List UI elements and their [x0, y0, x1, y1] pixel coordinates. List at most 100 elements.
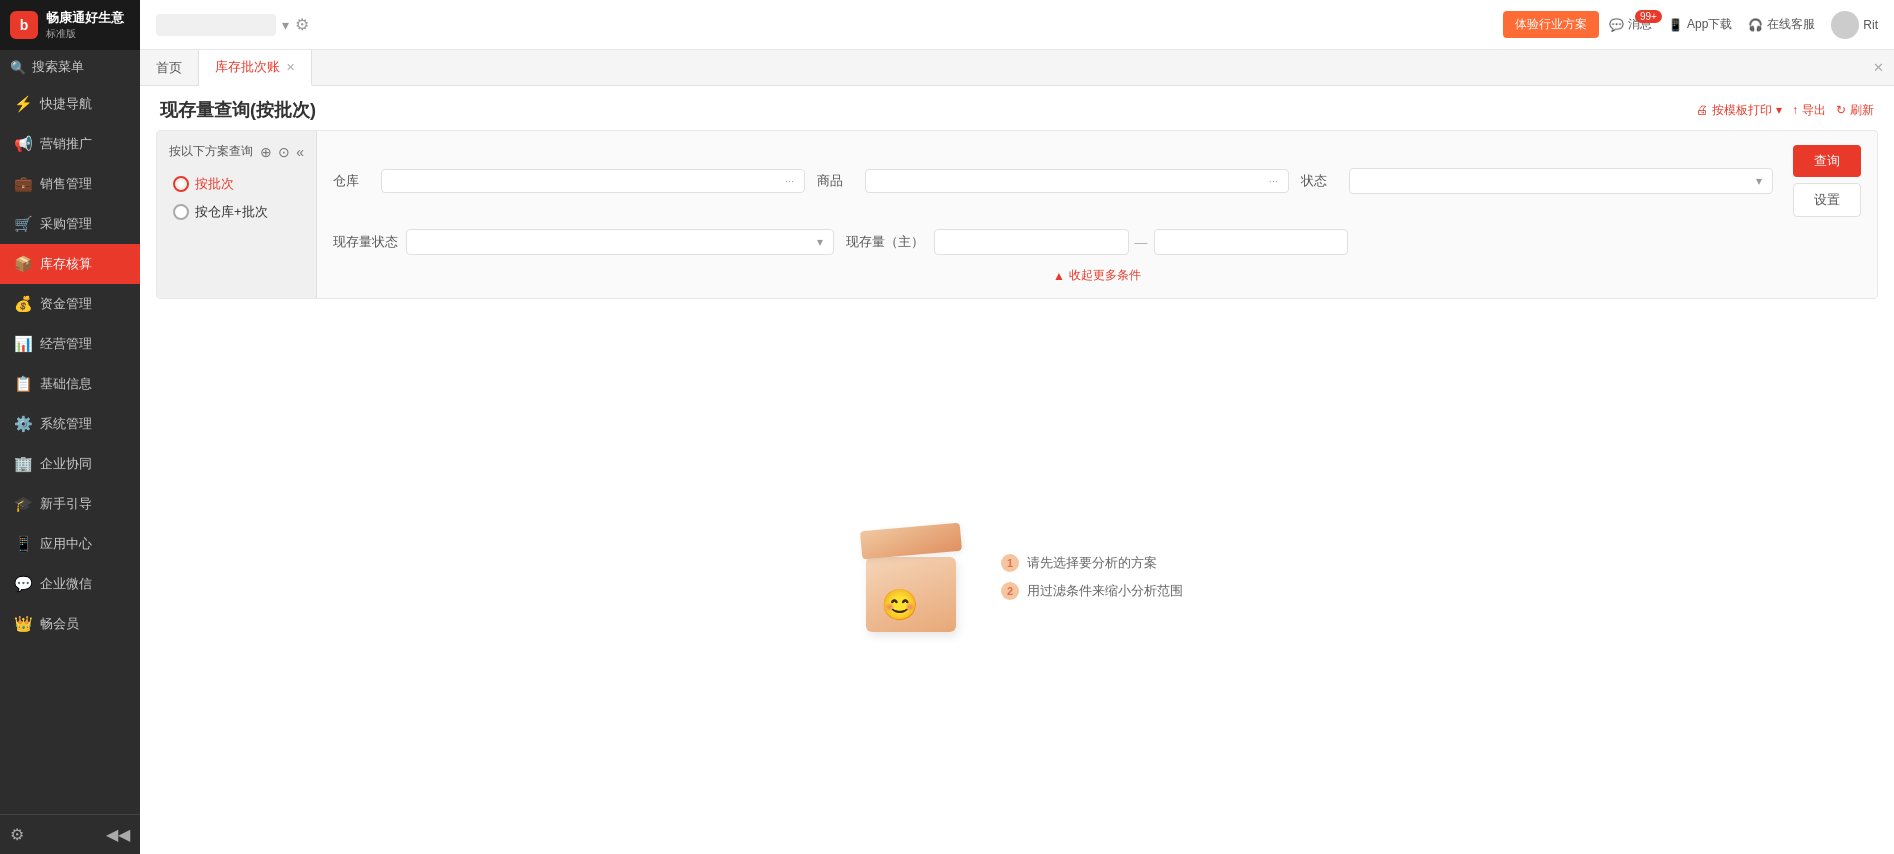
settings-footer-icon[interactable]: ⚙	[10, 825, 24, 844]
sidebar-item-enterprise[interactable]: 🏢 企业协同	[0, 444, 140, 484]
avatar	[1831, 11, 1859, 39]
sidebar-item-label: 系统管理	[40, 415, 92, 433]
sidebar-item-label: 基础信息	[40, 375, 92, 393]
headset-icon: 🎧	[1748, 18, 1763, 32]
print-button[interactable]: 🖨 按模板打印 ▾	[1696, 102, 1782, 119]
sidebar-item-purchase[interactable]: 🛒 采购管理	[0, 204, 140, 244]
collapse-filters-button[interactable]: ▲ 收起更多条件	[333, 267, 1861, 284]
refresh-button[interactable]: ↻ 刷新	[1836, 102, 1874, 119]
member-icon: 👑	[14, 615, 32, 633]
operation-icon: 📊	[14, 335, 32, 353]
scheme-settings-icon[interactable]: ⊙	[278, 144, 290, 160]
status-dropdown-icon: ▾	[1756, 174, 1762, 188]
box-lid	[860, 522, 962, 559]
inventory-status-select[interactable]: ▾	[406, 229, 834, 255]
sidebar-item-label: 快捷导航	[40, 95, 92, 113]
app-download-item[interactable]: 📱 App下载	[1668, 16, 1732, 33]
online-service-item[interactable]: 🎧 在线客服	[1748, 16, 1815, 33]
sidebar-search-label: 搜索菜单	[32, 58, 84, 76]
topbar-search-input[interactable]	[156, 14, 276, 36]
warehouse-more-icon[interactable]: ···	[785, 175, 794, 187]
export-button[interactable]: ↑ 导出	[1792, 102, 1826, 119]
page-title: 现存量查询(按批次)	[160, 98, 316, 122]
sidebar-header: b 畅康通好生意 标准版	[0, 0, 140, 50]
product-input[interactable]: ···	[865, 169, 1289, 193]
empty-hint-1: 1 请先选择要分析的方案	[1001, 554, 1183, 572]
inventory-qty-range: —	[934, 229, 1347, 255]
inventory-qty-field: 现存量（主） —	[846, 229, 1347, 255]
messages-item[interactable]: 💬 消息 99+	[1609, 16, 1652, 33]
sidebar-footer: ⚙ ◀◀	[0, 814, 140, 854]
sidebar-item-wechat[interactable]: 💬 企业微信	[0, 564, 140, 604]
collapse-left-icon[interactable]: «	[296, 144, 304, 160]
warehouse-input[interactable]: ···	[381, 169, 805, 193]
product-label: 商品	[817, 172, 857, 190]
query-button[interactable]: 查询	[1793, 145, 1861, 177]
refresh-icon: ↻	[1836, 103, 1846, 117]
inventory-qty-max-input[interactable]	[1154, 229, 1348, 255]
tab-panel-close-icon[interactable]: ✕	[1863, 50, 1894, 85]
print-icon: 🖨	[1696, 103, 1708, 117]
status-field: 状态 ▾	[1301, 168, 1773, 194]
finance-icon: 💰	[14, 295, 32, 313]
settings-button[interactable]: 设置	[1793, 183, 1861, 217]
topbar-dropdown-icon[interactable]: ▾	[282, 17, 289, 33]
topbar-right: 💬 消息 99+ 📱 App下载 🎧 在线客服 Rit	[1609, 11, 1878, 39]
user-avatar-item[interactable]: Rit	[1831, 11, 1878, 39]
sidebar-item-newbie[interactable]: 🎓 新手引导	[0, 484, 140, 524]
tabbar: 首页 库存批次账 ✕ ✕	[140, 50, 1894, 86]
sidebar-item-marketing[interactable]: 📢 营销推广	[0, 124, 140, 164]
sidebar-item-system[interactable]: ⚙️ 系统管理	[0, 404, 140, 444]
radio-batch	[173, 176, 189, 192]
sidebar-item-appcenter[interactable]: 📱 应用中心	[0, 524, 140, 564]
sidebar-item-label: 库存核算	[40, 255, 92, 273]
action-buttons: 查询 设置	[1793, 145, 1861, 217]
sidebar-item-operation[interactable]: 📊 经营管理	[0, 324, 140, 364]
product-more-icon[interactable]: ···	[1269, 175, 1278, 187]
filter-option-batch[interactable]: 按批次	[169, 170, 304, 198]
sidebar-item-label: 销售管理	[40, 175, 92, 193]
sidebar-item-basic[interactable]: 📋 基础信息	[0, 364, 140, 404]
inventory-status-field: 现存量状态 ▾	[333, 229, 834, 255]
tab-home[interactable]: 首页	[140, 50, 199, 85]
quick-nav-icon: ⚡	[14, 95, 32, 113]
empty-state: 😊 1 请先选择要分析的方案 2 用过滤条件来缩小分析范围	[140, 309, 1894, 854]
empty-hint-1-text: 请先选择要分析的方案	[1027, 554, 1157, 572]
collapse-sidebar-icon[interactable]: ◀◀	[106, 825, 130, 844]
range-dash: —	[1135, 235, 1148, 250]
app-download-label: App下载	[1687, 16, 1732, 33]
filter-fields: 仓库 ··· 商品 ··· 状态	[317, 131, 1877, 298]
sidebar-item-quick-nav[interactable]: ⚡ 快捷导航	[0, 84, 140, 124]
page-header: 现存量查询(按批次) 🖨 按模板打印 ▾ ↑ 导出 ↻ 刷新	[140, 86, 1894, 130]
tab-inventory-batch[interactable]: 库存批次账 ✕	[199, 50, 312, 86]
inventory-qty-min-input[interactable]	[934, 229, 1128, 255]
print-dropdown-icon[interactable]: ▾	[1776, 103, 1782, 117]
topbar-gear-icon[interactable]: ⚙	[295, 15, 309, 34]
sidebar-item-label: 应用中心	[40, 535, 92, 553]
phone-icon: 📱	[1668, 18, 1683, 32]
filter-scheme-icons: ⊕ ⊙ «	[260, 144, 304, 160]
sidebar-item-sales[interactable]: 💼 销售管理	[0, 164, 140, 204]
inventory-icon: 📦	[14, 255, 32, 273]
status-select[interactable]: ▾	[1349, 168, 1773, 194]
sales-icon: 💼	[14, 175, 32, 193]
sidebar-item-finance[interactable]: 💰 资金管理	[0, 284, 140, 324]
basic-icon: 📋	[14, 375, 32, 393]
trial-button[interactable]: 体验行业方案	[1503, 11, 1599, 38]
status-label: 状态	[1301, 172, 1341, 190]
sidebar-item-member[interactable]: 👑 畅会员	[0, 604, 140, 644]
inventory-qty-label: 现存量（主）	[846, 233, 926, 251]
wechat-icon: 💬	[14, 575, 32, 593]
export-icon: ↑	[1792, 103, 1798, 117]
inventory-status-label: 现存量状态	[333, 233, 398, 251]
username-label: Rit	[1863, 18, 1878, 32]
tab-close-icon[interactable]: ✕	[286, 61, 295, 74]
app-title-block: 畅康通好生意 标准版	[46, 9, 124, 41]
filter-row-2: 现存量状态 ▾ 现存量（主） —	[333, 229, 1861, 255]
app-version: 标准版	[46, 27, 124, 41]
filter-option-warehouse-batch[interactable]: 按仓库+批次	[169, 198, 304, 226]
sidebar-search[interactable]: 🔍 搜索菜单	[0, 50, 140, 84]
sidebar-item-inventory[interactable]: 📦 库存核算	[0, 244, 140, 284]
add-scheme-icon[interactable]: ⊕	[260, 144, 272, 160]
sidebar-item-label: 企业微信	[40, 575, 92, 593]
